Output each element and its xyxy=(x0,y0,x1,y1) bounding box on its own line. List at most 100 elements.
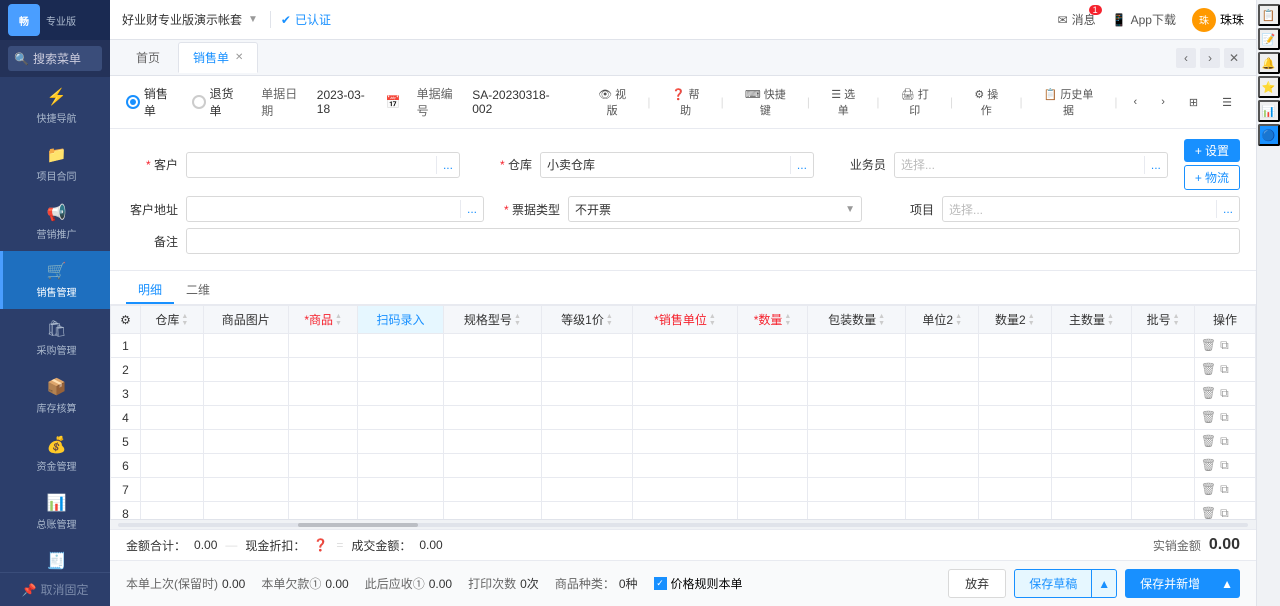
save-new-arrow-btn[interactable]: ▲ xyxy=(1215,569,1240,598)
row-cell[interactable] xyxy=(141,358,204,382)
remarks-input[interactable] xyxy=(186,228,1240,254)
row-cell[interactable] xyxy=(1132,334,1195,358)
row-cell[interactable] xyxy=(443,454,542,478)
row-cell[interactable] xyxy=(141,382,204,406)
row-cell[interactable] xyxy=(807,454,906,478)
row-cell[interactable] xyxy=(358,334,443,358)
row-cell[interactable] xyxy=(203,454,288,478)
date-value[interactable]: 2023-03-18 xyxy=(317,88,378,116)
row-cell[interactable] xyxy=(738,358,808,382)
row-cell[interactable] xyxy=(1132,478,1195,502)
row-cell[interactable] xyxy=(141,454,204,478)
warehouse-input[interactable]: 小卖仓库 ... xyxy=(540,152,814,178)
row-cell[interactable] xyxy=(1051,454,1132,478)
row-cell[interactable] xyxy=(358,502,443,520)
row-copy-btn[interactable]: ⧉ xyxy=(1218,362,1231,376)
row-cell[interactable] xyxy=(542,406,633,430)
row-copy-btn[interactable]: ⧉ xyxy=(1218,458,1231,472)
user-btn[interactable]: 珠 珠珠 xyxy=(1192,8,1244,32)
row-cell[interactable] xyxy=(443,382,542,406)
row-delete-btn[interactable]: 🗑 xyxy=(1199,434,1218,448)
radio-return[interactable]: 退货单 xyxy=(192,85,246,119)
row-cell[interactable] xyxy=(738,382,808,406)
row-cell[interactable] xyxy=(738,454,808,478)
row-cell[interactable] xyxy=(1051,478,1132,502)
row-copy-btn[interactable]: ⧉ xyxy=(1218,506,1231,519)
row-copy-btn[interactable]: ⧉ xyxy=(1218,338,1231,352)
row-cell[interactable] xyxy=(738,502,808,520)
row-cell[interactable] xyxy=(358,358,443,382)
row-cell[interactable] xyxy=(141,406,204,430)
invoice-select[interactable]: 不开票 ▼ xyxy=(568,196,862,222)
app-download-btn[interactable]: 📱 App下载 xyxy=(1112,11,1176,28)
row-cell[interactable] xyxy=(807,478,906,502)
row-cell[interactable] xyxy=(542,334,633,358)
row-cell[interactable] xyxy=(1051,502,1132,520)
project-input[interactable]: 选择... ... xyxy=(942,196,1240,222)
row-cell[interactable] xyxy=(1132,430,1195,454)
row-cell[interactable] xyxy=(807,382,906,406)
row-cell[interactable] xyxy=(1051,334,1132,358)
radio-sales[interactable]: 销售单 xyxy=(126,85,180,119)
row-cell[interactable] xyxy=(738,430,808,454)
toolbar-ops-btn[interactable]: ⚙ 操作 xyxy=(961,84,1011,120)
row-delete-btn[interactable]: 🗑 xyxy=(1199,362,1218,376)
row-cell[interactable] xyxy=(358,478,443,502)
tab-close-icon[interactable]: ✕ xyxy=(235,52,243,63)
row-cell[interactable] xyxy=(443,430,542,454)
row-cell[interactable] xyxy=(632,334,737,358)
row-delete-btn[interactable]: 🗑 xyxy=(1199,458,1218,472)
row-delete-btn[interactable]: 🗑 xyxy=(1199,506,1218,519)
sidebar-bottom[interactable]: 📌 取消固定 xyxy=(0,572,110,606)
row-cell[interactable] xyxy=(1051,358,1132,382)
row-cell[interactable] xyxy=(358,454,443,478)
row-cell[interactable] xyxy=(1132,406,1195,430)
row-cell[interactable] xyxy=(738,334,808,358)
row-cell[interactable] xyxy=(1132,382,1195,406)
th-settings[interactable]: ⚙ xyxy=(111,306,141,334)
row-cell[interactable] xyxy=(542,382,633,406)
sidebar-item-invoice[interactable]: 🧾 发票管理 xyxy=(0,541,110,572)
horizontal-scrollbar[interactable] xyxy=(110,519,1256,529)
row-cell[interactable] xyxy=(906,454,979,478)
sidebar-item-account[interactable]: 📊 总账管理 xyxy=(0,483,110,541)
setup-btn[interactable]: + 设置 xyxy=(1184,139,1240,162)
toolbar-prev-btn[interactable]: ‹ xyxy=(1126,94,1146,110)
row-cell[interactable] xyxy=(288,454,358,478)
tab-prev-btn[interactable]: ‹ xyxy=(1176,48,1196,68)
row-cell[interactable] xyxy=(203,406,288,430)
row-cell[interactable] xyxy=(203,358,288,382)
row-cell[interactable] xyxy=(288,502,358,520)
row-cell[interactable] xyxy=(141,478,204,502)
row-delete-btn[interactable]: 🗑 xyxy=(1199,482,1218,496)
right-panel-btn-1[interactable]: 📋 xyxy=(1258,4,1280,26)
price-check-checkbox[interactable]: ✓ xyxy=(654,577,667,590)
save-draft-btn[interactable]: 保存草稿 xyxy=(1014,569,1092,598)
row-cell[interactable] xyxy=(203,502,288,520)
row-cell[interactable] xyxy=(906,382,979,406)
row-copy-btn[interactable]: ⧉ xyxy=(1218,410,1231,424)
row-cell[interactable] xyxy=(632,502,737,520)
customer-ellipsis-btn[interactable]: ... xyxy=(436,156,459,174)
row-cell[interactable] xyxy=(288,430,358,454)
row-cell[interactable] xyxy=(979,358,1052,382)
right-panel-btn-6[interactable]: 🔵 xyxy=(1258,124,1280,146)
row-cell[interactable] xyxy=(1051,430,1132,454)
topbar-company[interactable]: 好业财专业版演示帐套 ▼ xyxy=(122,11,271,28)
toolbar-next-btn[interactable]: › xyxy=(1153,94,1173,110)
sidebar-item-quick-nav[interactable]: ⚡ 快捷导航 xyxy=(0,77,110,135)
row-delete-btn[interactable]: 🗑 xyxy=(1199,410,1218,424)
row-cell[interactable] xyxy=(807,358,906,382)
save-draft-arrow-btn[interactable]: ▲ xyxy=(1092,569,1117,598)
row-cell[interactable] xyxy=(288,358,358,382)
row-cell[interactable] xyxy=(906,358,979,382)
right-panel-btn-3[interactable]: 🔔 xyxy=(1258,52,1280,74)
customer-addr-input[interactable]: ... xyxy=(186,196,484,222)
toolbar-view-btn[interactable]: 👁 视版 xyxy=(585,84,639,120)
row-copy-btn[interactable]: ⧉ xyxy=(1218,386,1231,400)
row-cell[interactable] xyxy=(443,406,542,430)
row-cell[interactable] xyxy=(203,430,288,454)
add-logistics-btn[interactable]: + 物流 xyxy=(1184,165,1240,190)
row-cell[interactable] xyxy=(358,382,443,406)
row-cell[interactable] xyxy=(203,478,288,502)
